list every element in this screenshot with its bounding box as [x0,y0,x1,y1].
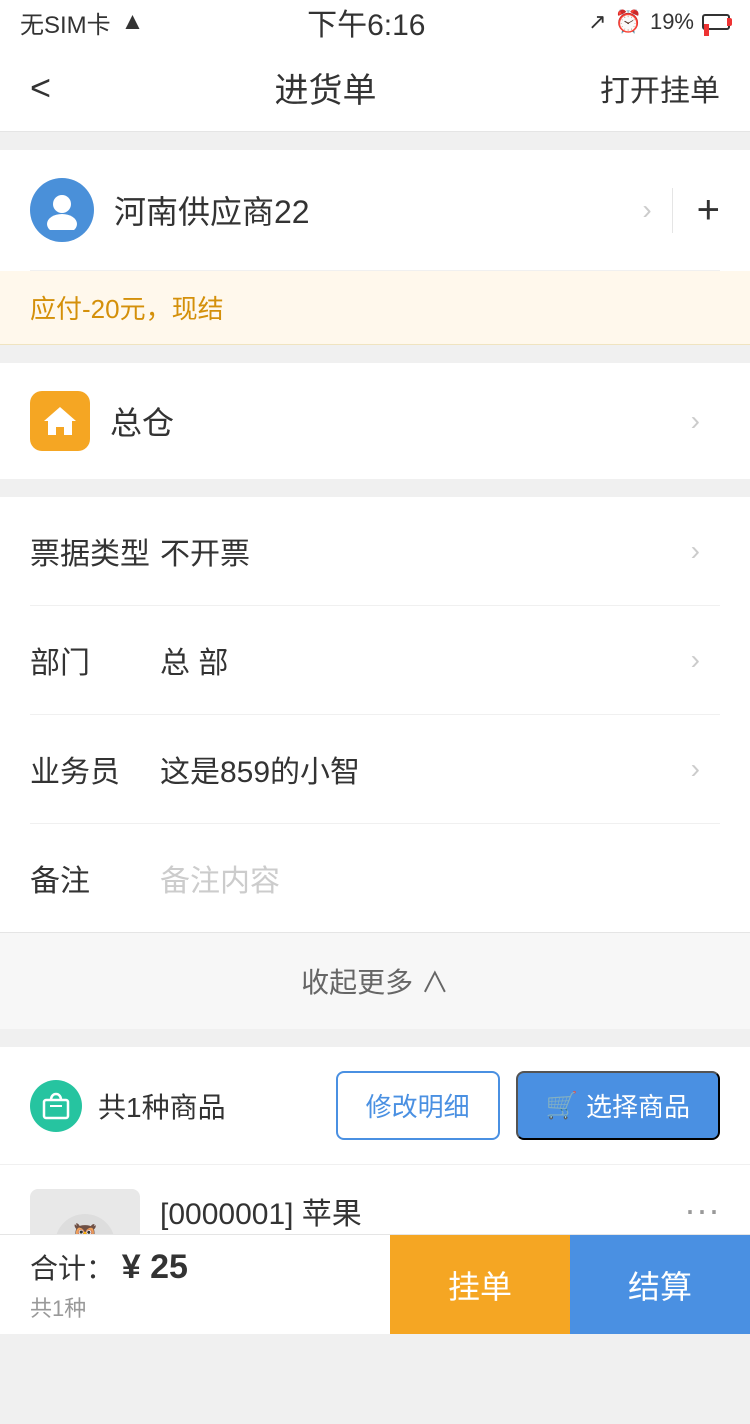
department-value: 总 部 [160,638,691,682]
salesperson-label: 业务员 [30,747,160,791]
department-row[interactable]: 部门 总 部 › [30,606,720,715]
avatar-icon [42,190,82,230]
salesperson-value: 这是859的小智 [160,747,691,791]
open-hang-button[interactable]: 打开挂单 [600,66,720,110]
invoice-chevron-icon: › [691,535,700,567]
department-chevron-icon: › [691,644,700,676]
warehouse-name: 总仓 [110,398,691,444]
warehouse-section: 总仓 › [0,363,750,479]
status-bar: 无SIM卡 ▲ 下午6:16 ↗ ⏰ 19% [0,0,750,44]
remark-input[interactable]: 备注内容 [160,856,720,900]
battery-text: 19% [650,9,694,35]
status-carrier: 无SIM卡 ▲ [20,5,144,40]
status-right: ↗ ⏰ 19% [588,9,730,35]
supplier-section: 河南供应商22 › + 应付-20元，现结 [0,150,750,345]
footer: 合计： ¥ 25 共1种 挂单 结算 [0,1234,750,1334]
form-section: 票据类型 不开票 › 部门 总 部 › 业务员 这是859的小智 › 备注 备注… [0,497,750,932]
product-header: 共1种商品 修改明细 🛒 选择商品 [0,1047,750,1165]
supplier-row[interactable]: 河南供应商22 › + [30,150,720,271]
remark-label: 备注 [30,856,160,900]
alarm-icon: ⏰ [615,9,642,35]
salesperson-row[interactable]: 业务员 这是859的小智 › [30,715,720,824]
shopping-bag-icon [40,1090,72,1122]
avatar [30,178,94,242]
carrier-text: 无SIM卡 [20,5,111,40]
wifi-icon: ▲ [121,8,145,36]
total-amount: ¥ 25 [122,1248,188,1286]
more-button[interactable]: ··· [668,1189,720,1231]
main-content: 河南供应商22 › + 应付-20元，现结 总仓 › 票据类型 不开票 › [0,132,750,1424]
department-label: 部门 [30,638,160,682]
invoice-value: 不开票 [160,529,691,573]
product-count-text: 共1种商品 [98,1086,336,1126]
notice-bar: 应付-20元，现结 [0,271,750,345]
supplier-chevron-icon: › [642,194,651,226]
footer-count: 共1种 [30,1291,360,1323]
battery-icon [702,14,730,30]
collapse-button[interactable]: 收起更多 ∧ [0,932,750,1029]
nav-bar: < 进货单 打开挂单 [0,44,750,132]
checkout-button[interactable]: 结算 [570,1235,750,1334]
product-code: [0000001] [160,1198,302,1231]
edit-detail-button[interactable]: 修改明细 [336,1071,500,1140]
product-icon [30,1080,82,1132]
product-name: [0000001] 苹果 [160,1189,668,1233]
select-product-button[interactable]: 🛒 选择商品 [516,1071,720,1140]
footer-total: 合计： ¥ 25 [30,1247,360,1287]
invoice-row[interactable]: 票据类型 不开票 › [30,497,720,606]
back-button[interactable]: < [30,67,51,109]
notice-text: 应付-20元，现结 [30,294,224,324]
salesperson-chevron-icon: › [691,753,700,785]
warehouse-row[interactable]: 总仓 › [30,363,720,479]
invoice-label: 票据类型 [30,529,160,573]
product-title: 苹果 [302,1198,362,1231]
add-button[interactable]: + [672,188,720,233]
status-time: 下午6:16 [307,0,425,44]
footer-summary: 合计： ¥ 25 共1种 [0,1235,390,1334]
page-title: 进货单 [275,63,377,112]
remark-row[interactable]: 备注 备注内容 [30,824,720,932]
location-icon: ↗ [588,9,606,35]
warehouse-chevron-icon: › [691,405,700,437]
total-label: 合计： [30,1253,114,1284]
cart-icon: 🛒 [546,1090,578,1121]
supplier-name: 河南供应商22 [114,187,642,233]
hang-button[interactable]: 挂单 [390,1235,570,1334]
section-gap-3 [0,479,750,497]
section-gap-2 [0,345,750,363]
home-icon [42,403,78,439]
section-gap-1 [0,132,750,150]
section-gap-4 [0,1029,750,1047]
select-product-label: 选择商品 [586,1087,690,1124]
warehouse-icon [30,391,90,451]
